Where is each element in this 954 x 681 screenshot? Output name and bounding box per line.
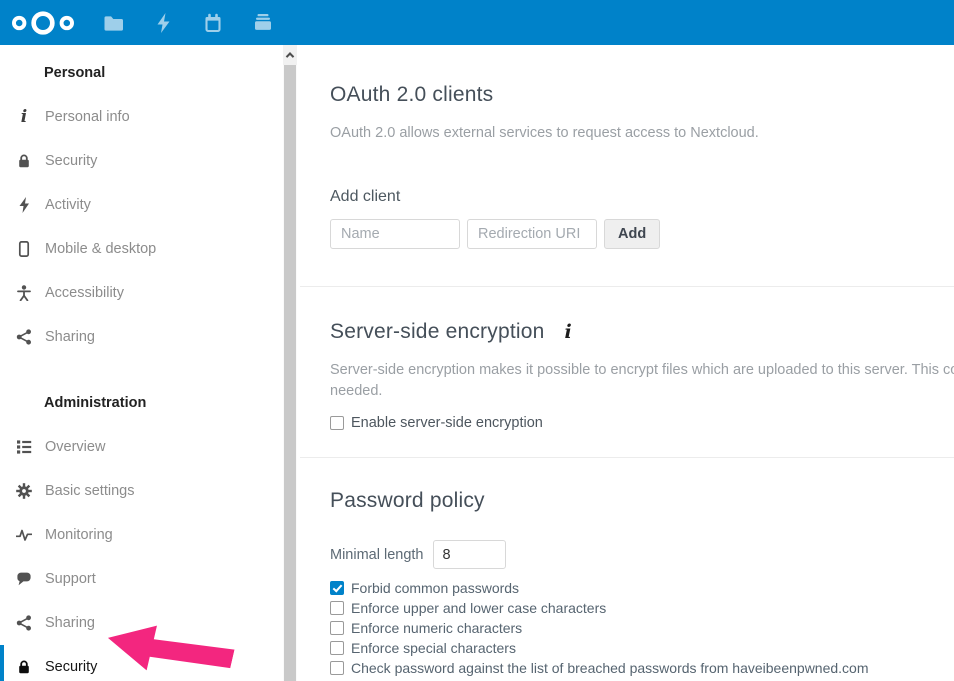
check-hibp-row[interactable]: Check password against the list of breac… [330, 658, 869, 678]
lightning-icon [154, 13, 173, 33]
enable-encryption-label: Enable server-side encryption [351, 415, 543, 431]
share-icon [16, 329, 32, 345]
deck-icon [253, 13, 273, 32]
folder-icon [103, 13, 124, 32]
enable-encryption-checkbox[interactable] [330, 416, 344, 430]
add-client-form: Add [330, 219, 954, 249]
sidebar-item-basic-settings[interactable]: Basic settings [0, 469, 300, 513]
pulse-icon [16, 527, 32, 543]
settings-content: OAuth 2.0 clients OAuth 2.0 allows exter… [300, 45, 954, 681]
deck-app-button[interactable] [238, 0, 288, 45]
sidebar-item-support[interactable]: Support [0, 557, 300, 601]
redirection-uri-input[interactable] [467, 219, 597, 249]
add-client-heading: Add client [330, 188, 954, 206]
calendar-app-button[interactable] [188, 0, 238, 45]
encryption-section: Server-side encryption i Server-side enc… [300, 287, 954, 458]
lock-icon [16, 659, 32, 675]
password-policy-section: Password policy Minimal length Forbid co… [300, 458, 954, 681]
files-app-button[interactable] [88, 0, 138, 45]
info-icon[interactable]: i [565, 321, 572, 343]
client-name-input[interactable] [330, 219, 460, 249]
encryption-title: Server-side encryption [330, 320, 545, 344]
top-bar [0, 0, 954, 45]
settings-sidebar: Personal i Personal info Security [0, 45, 300, 681]
encryption-description-line2: needed. [330, 381, 954, 402]
add-client-button[interactable]: Add [604, 219, 660, 249]
oauth-title: OAuth 2.0 clients [330, 83, 954, 107]
sidebar-item-security-personal[interactable]: Security [0, 139, 300, 183]
list-icon [16, 439, 32, 455]
enforce-numeric-row[interactable]: Enforce numeric characters [330, 618, 522, 638]
check-hibp-checkbox[interactable] [330, 661, 344, 675]
activity-app-button[interactable] [138, 0, 188, 45]
sidebar-item-security-admin[interactable]: Security [0, 645, 300, 681]
enable-encryption-row[interactable]: Enable server-side encryption [330, 415, 543, 431]
oauth-description: OAuth 2.0 allows external services to re… [330, 123, 954, 144]
sidebar-item-accessibility[interactable]: Accessibility [0, 271, 300, 315]
encryption-description-line1: Server-side encryption makes it possible… [330, 360, 954, 381]
sidebar-scrollbar[interactable] [283, 45, 297, 681]
oauth-section: OAuth 2.0 clients OAuth 2.0 allows exter… [300, 45, 954, 287]
accessibility-icon [16, 285, 32, 301]
nextcloud-logo[interactable] [8, 0, 78, 45]
minimal-length-input[interactable] [433, 540, 506, 569]
forbid-common-passwords-checkbox[interactable] [330, 581, 344, 595]
enforce-upper-lower-row[interactable]: Enforce upper and lower case characters [330, 598, 606, 618]
nextcloud-security-settings-page: Personal i Personal info Security [0, 0, 954, 681]
chevron-up-icon [286, 52, 294, 60]
minimal-length-row: Minimal length [330, 540, 954, 569]
phone-icon [16, 241, 32, 257]
share-icon [16, 615, 32, 631]
gear-icon [16, 483, 32, 499]
password-policy-title: Password policy [330, 489, 954, 513]
enforce-numeric-checkbox[interactable] [330, 621, 344, 635]
chat-icon [16, 571, 32, 587]
enforce-special-checkbox[interactable] [330, 641, 344, 655]
sidebar-item-activity[interactable]: Activity [0, 183, 300, 227]
enforce-special-row[interactable]: Enforce special characters [330, 638, 516, 658]
nextcloud-logo-icon [9, 9, 77, 37]
sidebar-section-administration: Administration [0, 381, 300, 425]
sidebar-item-overview[interactable]: Overview [0, 425, 300, 469]
lightning-icon [16, 197, 32, 213]
forbid-common-passwords-row[interactable]: Forbid common passwords [330, 578, 519, 598]
minimal-length-label: Minimal length [330, 547, 424, 563]
info-icon: i [16, 109, 32, 125]
policy-checkbox-list: Forbid common passwords Enforce upper an… [330, 578, 954, 678]
app-menu [88, 0, 288, 45]
enforce-upper-lower-checkbox[interactable] [330, 601, 344, 615]
sidebar-item-mobile-desktop[interactable]: Mobile & desktop [0, 227, 300, 271]
calendar-icon [203, 13, 223, 33]
lock-icon [16, 153, 32, 169]
sidebar-item-sharing-admin[interactable]: Sharing [0, 601, 300, 645]
sidebar-section-personal: Personal [0, 51, 300, 95]
sidebar-item-monitoring[interactable]: Monitoring [0, 513, 300, 557]
sidebar-item-personal-info[interactable]: i Personal info [0, 95, 300, 139]
scroll-up-button[interactable] [283, 45, 297, 65]
sidebar-item-sharing-personal[interactable]: Sharing [0, 315, 300, 359]
scrollbar-thumb[interactable] [284, 65, 296, 681]
